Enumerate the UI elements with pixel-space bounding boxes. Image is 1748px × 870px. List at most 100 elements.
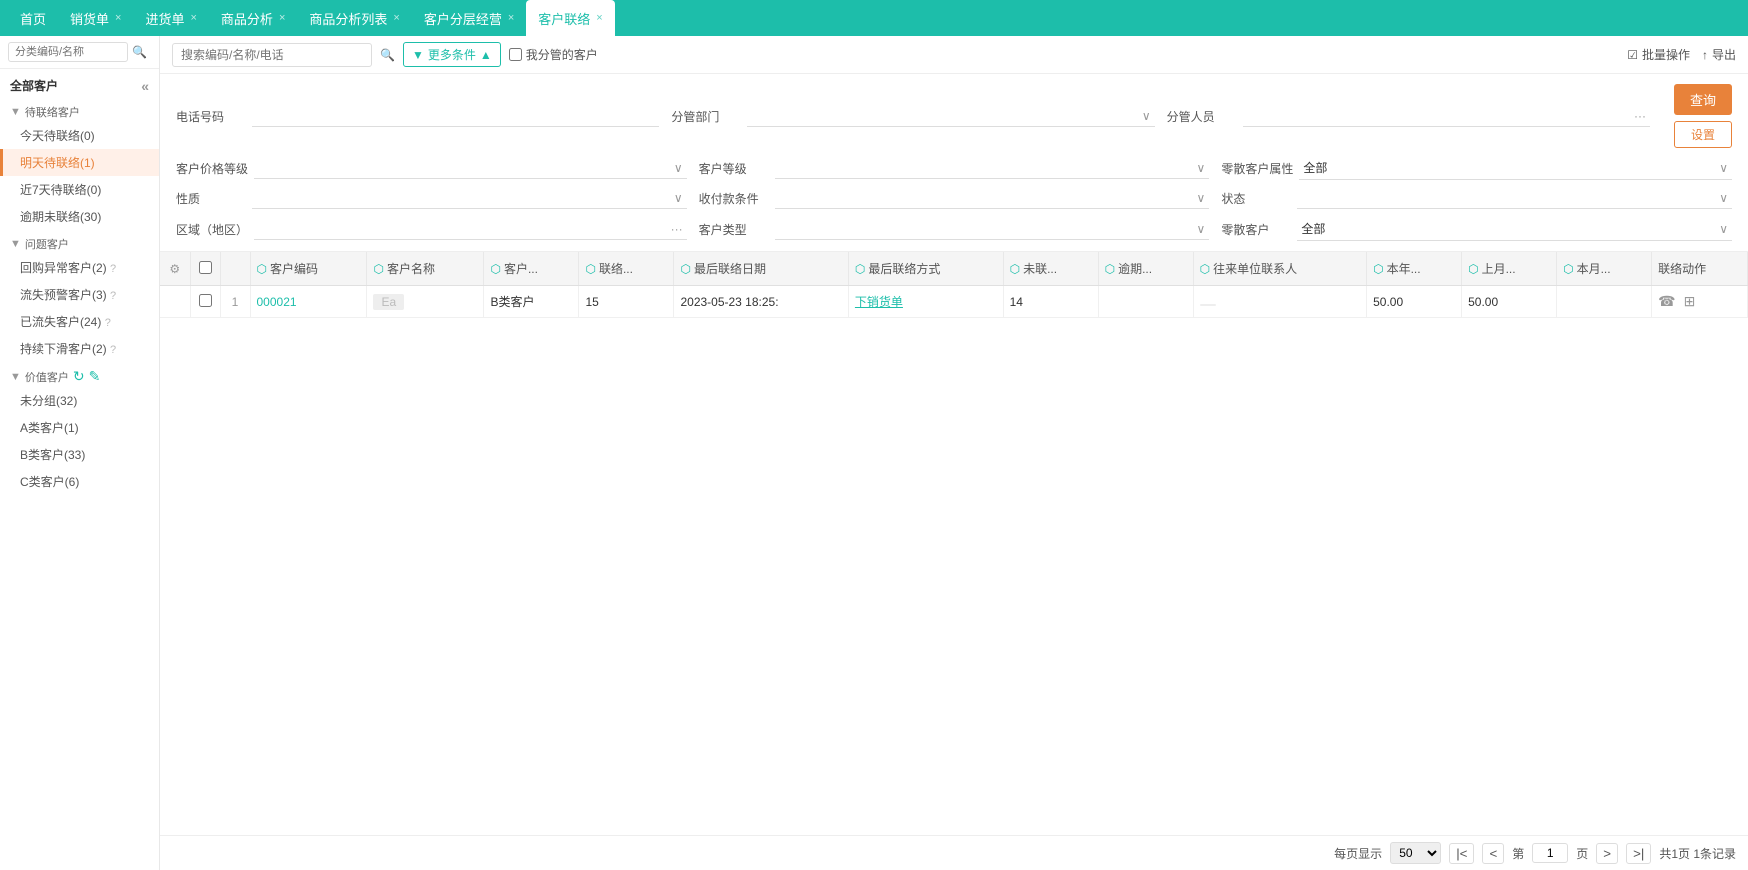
nav-item-purchase[interactable]: 进货单 × bbox=[133, 0, 208, 36]
edit-icon-value[interactable]: ✎ bbox=[89, 368, 101, 385]
col-no-contact-sort-icon: ⬡ bbox=[1010, 262, 1020, 276]
collapse-icon[interactable]: « bbox=[141, 78, 149, 94]
person-select[interactable]: ··· bbox=[1243, 106, 1650, 127]
customer-level-chevron-icon: ∨ bbox=[1197, 161, 1206, 175]
search-icon[interactable]: 🔍 bbox=[380, 48, 395, 62]
payment-select[interactable]: ∨ bbox=[775, 188, 1210, 209]
gender-select[interactable]: ∨ bbox=[252, 188, 687, 209]
group-title-problem: ▼ 问题客户 bbox=[0, 230, 159, 254]
dept-select[interactable]: ∨ bbox=[747, 106, 1154, 127]
sidebar: 🔍 全部客户 « ▼ 待联络客户 今天待联络(0) 明天待联络(1) 近7天待联… bbox=[0, 36, 160, 870]
sidebar-item-tomorrow[interactable]: 明天待联络(1) bbox=[0, 149, 159, 176]
customer-level-select[interactable]: ∨ bbox=[775, 158, 1210, 179]
group-label-pending: 待联络客户 bbox=[25, 104, 80, 120]
retail-attr-select[interactable]: 全部 ∨ bbox=[1299, 156, 1732, 180]
sidebar-search-icon[interactable]: 🔍 bbox=[132, 45, 147, 59]
nav-item-analysis-list[interactable]: 商品分析列表 × bbox=[297, 0, 411, 36]
retail-attr-label: 零散客户属性 bbox=[1221, 160, 1293, 177]
row-select-checkbox[interactable] bbox=[199, 294, 212, 307]
per-page-select[interactable]: 50 100 bbox=[1390, 842, 1441, 864]
group-title-value: ▼ 价值客户 ↻ ✎ bbox=[0, 362, 159, 387]
close-icon-purchase[interactable]: × bbox=[190, 12, 196, 24]
more-action-icon[interactable]: ⊞ bbox=[1684, 293, 1696, 310]
all-customers-header[interactable]: 全部客户 « bbox=[0, 69, 159, 98]
table-header-row: ⚙ ⬡ 客户编码 bbox=[160, 252, 1748, 286]
first-page-btn[interactable]: |< bbox=[1449, 843, 1474, 864]
row-name: Ea bbox=[367, 286, 484, 318]
nav-item-analysis[interactable]: 商品分析 × bbox=[209, 0, 297, 36]
col-overdue-label: 逾期... bbox=[1118, 260, 1152, 277]
sidebar-search-input[interactable] bbox=[8, 42, 128, 62]
dept-field: 分管部门 ∨ bbox=[671, 106, 1154, 127]
content-area: 🔍 ▼ 更多条件 ▲ 我分管的客户 ☑ 批量操作 ↑ 导出 bbox=[160, 36, 1748, 870]
filter-row-3: 性质 ∨ 收付款条件 ∨ 状态 bbox=[176, 188, 1732, 209]
query-button[interactable]: 查询 bbox=[1674, 84, 1732, 115]
sidebar-item-today[interactable]: 今天待联络(0) bbox=[0, 122, 159, 149]
search-input[interactable] bbox=[172, 43, 372, 67]
sidebar-search-area: 🔍 bbox=[0, 36, 159, 69]
col-last-month-sort-icon: ⬡ bbox=[1468, 262, 1478, 276]
person-label: 分管人员 bbox=[1167, 108, 1237, 125]
nav-item-customer-contact[interactable]: 客户联络 × bbox=[526, 0, 614, 36]
my-customers-checkbox-area: 我分管的客户 bbox=[509, 46, 598, 63]
nav-item-sales[interactable]: 销货单 × bbox=[58, 0, 133, 36]
sidebar-item-class-a[interactable]: A类客户(1) bbox=[0, 414, 159, 441]
customer-type-select[interactable]: ∨ bbox=[775, 219, 1210, 240]
person-dots-icon[interactable]: ··· bbox=[1634, 109, 1646, 123]
nav-label-home: 首页 bbox=[20, 9, 46, 28]
sidebar-item-unclassified[interactable]: 未分组(32) bbox=[0, 387, 159, 414]
row-gear bbox=[160, 286, 190, 318]
retail-attr-field: 零散客户属性 全部 ∨ bbox=[1221, 156, 1732, 180]
sidebar-item-abnormal-repurchase[interactable]: 回购异常客户(2) ? bbox=[0, 254, 159, 281]
select-all-checkbox[interactable] bbox=[199, 261, 212, 274]
gender-field: 性质 ∨ bbox=[176, 188, 687, 209]
retail-customer-label: 零散客户 bbox=[1221, 221, 1291, 238]
prev-page-btn[interactable]: < bbox=[1482, 843, 1504, 864]
row-type: B类客户 bbox=[484, 286, 579, 318]
sidebar-item-churned[interactable]: 已流失客户(24) ? bbox=[0, 308, 159, 335]
region-dots-icon[interactable]: ··· bbox=[671, 222, 683, 236]
group-label-value: 价值客户 bbox=[25, 369, 69, 385]
col-overdue-sort-icon: ⬡ bbox=[1105, 262, 1115, 276]
close-icon-analysis-list[interactable]: × bbox=[393, 12, 399, 24]
phone-field: 电话号码 bbox=[176, 106, 659, 127]
close-icon-analysis[interactable]: × bbox=[279, 12, 285, 24]
filter-row-2: 客户价格等级 ∨ 客户等级 ∨ 零散客户属性 全部 bbox=[176, 156, 1732, 180]
sidebar-item-overdue[interactable]: 逾期未联络(30) bbox=[0, 203, 159, 230]
last-page-btn[interactable]: >| bbox=[1626, 843, 1651, 864]
region-label: 区域（地区） bbox=[176, 221, 248, 238]
price-level-select[interactable]: ∨ bbox=[254, 158, 687, 179]
close-icon-customer-segment[interactable]: × bbox=[508, 12, 514, 24]
more-conditions-btn[interactable]: ▼ 更多条件 ▲ bbox=[403, 42, 501, 67]
nav-item-customer-segment[interactable]: 客户分层经营 × bbox=[412, 0, 526, 36]
region-select[interactable]: ··· bbox=[254, 219, 687, 240]
col-name-label: 客户名称 bbox=[387, 260, 435, 277]
page-input[interactable] bbox=[1532, 843, 1568, 863]
close-icon-customer-contact[interactable]: × bbox=[596, 12, 602, 24]
col-unit-contact-label: 往来单位联系人 bbox=[1213, 260, 1297, 277]
phone-input[interactable] bbox=[252, 106, 659, 127]
col-no-contact: ⬡ 未联... bbox=[1003, 252, 1098, 286]
sidebar-item-class-b[interactable]: B类客户(33) bbox=[0, 441, 159, 468]
retail-customer-select[interactable]: 全部 ∨ bbox=[1297, 217, 1732, 241]
customer-type-label: 客户类型 bbox=[699, 221, 769, 238]
settings-button[interactable]: 设置 bbox=[1674, 121, 1732, 148]
col-code: ⬡ 客户编码 bbox=[250, 252, 367, 286]
refresh-icon-value[interactable]: ↻ bbox=[73, 368, 85, 385]
next-page-btn[interactable]: > bbox=[1596, 843, 1618, 864]
close-icon-sales[interactable]: × bbox=[115, 12, 121, 24]
sidebar-item-churn-warning[interactable]: 流失预警客户(3) ? bbox=[0, 281, 159, 308]
sidebar-item-7days[interactable]: 近7天待联络(0) bbox=[0, 176, 159, 203]
sidebar-item-class-c[interactable]: C类客户(6) bbox=[0, 468, 159, 495]
row-last-method-value[interactable]: 下销货单 bbox=[855, 295, 903, 309]
contact-action-icon[interactable]: ☎ bbox=[1658, 293, 1675, 310]
row-last-month-value: 50.00 bbox=[1468, 295, 1498, 309]
nav-label-customer-segment: 客户分层经营 bbox=[424, 9, 502, 28]
gear-icon[interactable]: ⚙ bbox=[169, 262, 180, 276]
batch-operate-btn[interactable]: ☑ 批量操作 bbox=[1627, 46, 1690, 63]
nav-item-home[interactable]: 首页 bbox=[8, 0, 58, 36]
sidebar-item-declining[interactable]: 持续下滑客户(2) ? bbox=[0, 335, 159, 362]
export-btn[interactable]: ↑ 导出 bbox=[1702, 46, 1736, 63]
status-select[interactable]: ∨ bbox=[1297, 188, 1732, 209]
my-customers-checkbox[interactable] bbox=[509, 48, 522, 61]
